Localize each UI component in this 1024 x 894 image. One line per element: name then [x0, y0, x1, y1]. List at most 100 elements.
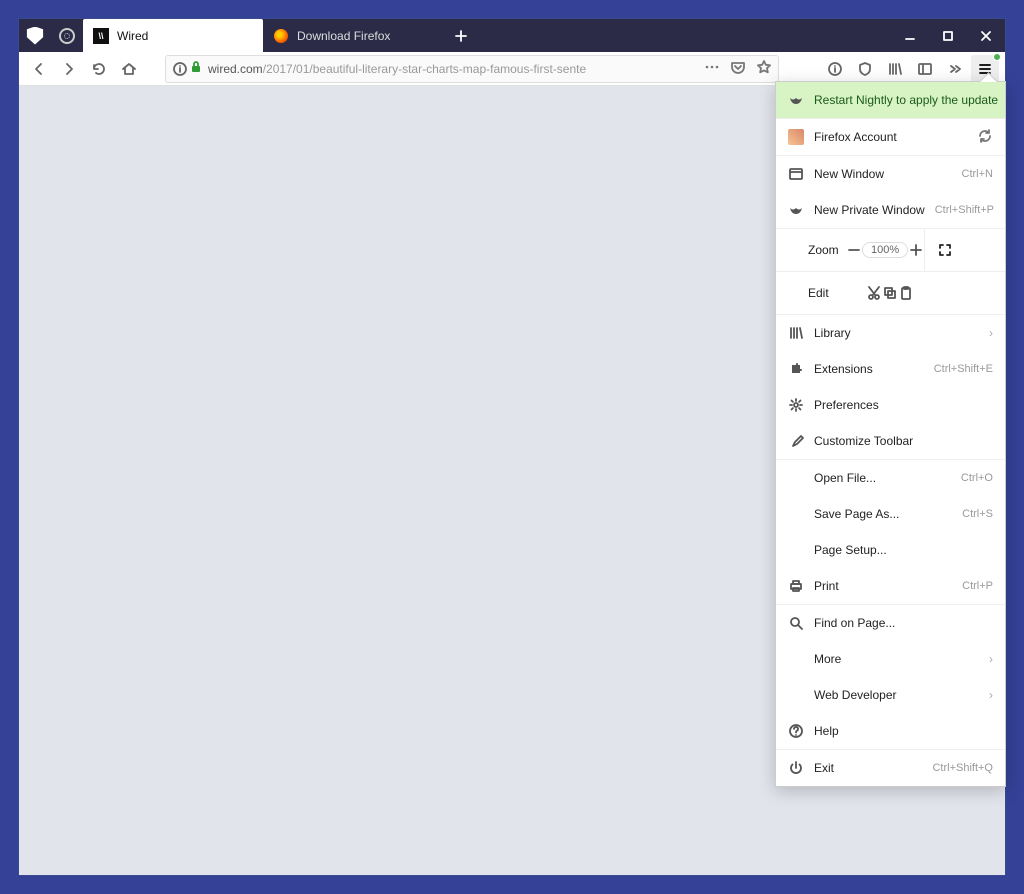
find-item[interactable]: Find on Page... [776, 605, 1005, 641]
menu-label: More [814, 652, 979, 666]
tab-bar: \\ Wired Download Firefox [19, 19, 1005, 52]
reload-button[interactable] [85, 55, 113, 83]
toolbar: wired.com /2017/01/beautiful-literary-st… [19, 52, 1005, 86]
shield-icon [26, 27, 44, 45]
preferences-item[interactable]: Preferences [776, 387, 1005, 423]
menu-shortcut: Ctrl+S [962, 508, 993, 520]
print-item[interactable]: Print Ctrl+P [776, 568, 1005, 604]
menu-label: Extensions [814, 362, 924, 376]
menu-label: Customize Toolbar [814, 434, 993, 448]
new-tab-button[interactable] [447, 22, 475, 50]
printer-icon [788, 578, 804, 594]
app-menu: Restart Nightly to apply the update Fire… [775, 81, 1006, 787]
exit-item[interactable]: Exit Ctrl+Shift+Q [776, 750, 1005, 786]
chevron-right-icon: › [989, 326, 993, 340]
tab-title: Wired [117, 29, 148, 43]
search-icon [788, 615, 804, 631]
window-icon [788, 166, 804, 182]
menu-shortcut: Ctrl+Shift+P [935, 204, 994, 216]
zoom-in-button[interactable] [908, 229, 924, 271]
menu-label: Preferences [814, 398, 993, 412]
zoom-value[interactable]: 100% [862, 242, 908, 258]
sidebar-icon[interactable] [911, 55, 939, 83]
extensions-item[interactable]: Extensions Ctrl+Shift+E [776, 351, 1005, 387]
menu-shortcut: Ctrl+N [962, 168, 993, 180]
minimize-button[interactable] [891, 19, 929, 52]
tab-download-firefox[interactable]: Download Firefox [263, 19, 443, 52]
tracking-protection-icon[interactable] [851, 55, 879, 83]
chevron-right-icon: › [989, 688, 993, 702]
wired-favicon-icon: \\ [93, 28, 109, 44]
zoom-label: Zoom [776, 243, 846, 257]
help-icon [788, 723, 804, 739]
maximize-button[interactable] [929, 19, 967, 52]
zoom-row: Zoom 100% [776, 229, 1005, 271]
new-private-window-item[interactable]: New Private Window Ctrl+Shift+P [776, 192, 1005, 228]
cut-button[interactable] [866, 272, 882, 314]
close-button[interactable] [967, 19, 1005, 52]
tab-wired[interactable]: \\ Wired [83, 19, 263, 52]
zoom-out-button[interactable] [846, 229, 862, 271]
mask-icon [788, 92, 804, 108]
paintbrush-icon [788, 433, 804, 449]
gear-icon [59, 28, 75, 44]
menu-label: Help [814, 724, 993, 738]
power-icon [788, 760, 804, 776]
url-bar[interactable]: wired.com /2017/01/beautiful-literary-st… [165, 55, 779, 83]
fullscreen-button[interactable] [924, 229, 964, 271]
menu-shortcut: Ctrl+Shift+E [934, 363, 993, 375]
copy-button[interactable] [882, 272, 898, 314]
menu-label: Page Setup... [814, 543, 993, 557]
info-icon[interactable] [172, 55, 188, 83]
menu-label: Find on Page... [814, 616, 993, 630]
sync-icon[interactable] [977, 128, 993, 147]
edit-label: Edit [776, 286, 866, 300]
library-icon[interactable] [881, 55, 909, 83]
gear-icon [788, 397, 804, 413]
page-actions-icon[interactable] [704, 59, 720, 78]
home-button[interactable] [115, 55, 143, 83]
menu-label: Web Developer [814, 688, 979, 702]
web-developer-item[interactable]: Web Developer › [776, 677, 1005, 713]
menu-label: New Private Window [814, 203, 925, 217]
menu-label: Library [814, 326, 979, 340]
lock-icon [188, 59, 204, 78]
mask-icon [788, 202, 804, 218]
back-button[interactable] [25, 55, 53, 83]
pocket-icon[interactable] [730, 59, 746, 78]
menu-label: Print [814, 579, 952, 593]
url-path: /2017/01/beautiful-literary-star-charts-… [263, 62, 704, 76]
menu-shortcut: Ctrl+Shift+Q [932, 762, 993, 774]
window-controls [891, 19, 1005, 52]
save-page-as-item[interactable]: Save Page As... Ctrl+S [776, 496, 1005, 532]
customize-item[interactable]: Customize Toolbar [776, 423, 1005, 459]
toolbar-right [821, 55, 999, 83]
browser-window: \\ Wired Download Firefox wired.com /201… [18, 18, 1006, 876]
restart-update-item[interactable]: Restart Nightly to apply the update [776, 82, 1005, 118]
edit-row: Edit [776, 272, 1005, 314]
menu-shortcut: Ctrl+O [961, 472, 993, 484]
paste-button[interactable] [898, 272, 914, 314]
menu-label: Save Page As... [814, 507, 952, 521]
page-setup-item[interactable]: Page Setup... [776, 532, 1005, 568]
menu-shortcut: Ctrl+P [962, 580, 993, 592]
menu-label: Open File... [814, 471, 951, 485]
titlebar-icon-1[interactable] [21, 22, 49, 50]
library-item[interactable]: Library › [776, 315, 1005, 351]
bookmark-star-icon[interactable] [756, 59, 772, 78]
menu-label: New Window [814, 167, 952, 181]
overflow-icon[interactable] [941, 55, 969, 83]
puzzle-icon [788, 361, 804, 377]
url-host: wired.com [208, 62, 263, 76]
firefox-account-item[interactable]: Firefox Account [776, 119, 1005, 155]
forward-button[interactable] [55, 55, 83, 83]
new-window-item[interactable]: New Window Ctrl+N [776, 156, 1005, 192]
more-item[interactable]: More › [776, 641, 1005, 677]
help-item[interactable]: Help [776, 713, 1005, 749]
menu-label: Restart Nightly to apply the update [814, 93, 998, 107]
menu-label: Exit [814, 761, 922, 775]
info-button[interactable] [821, 55, 849, 83]
titlebar-icon-2[interactable] [53, 22, 81, 50]
chevron-right-icon: › [989, 652, 993, 666]
open-file-item[interactable]: Open File... Ctrl+O [776, 460, 1005, 496]
